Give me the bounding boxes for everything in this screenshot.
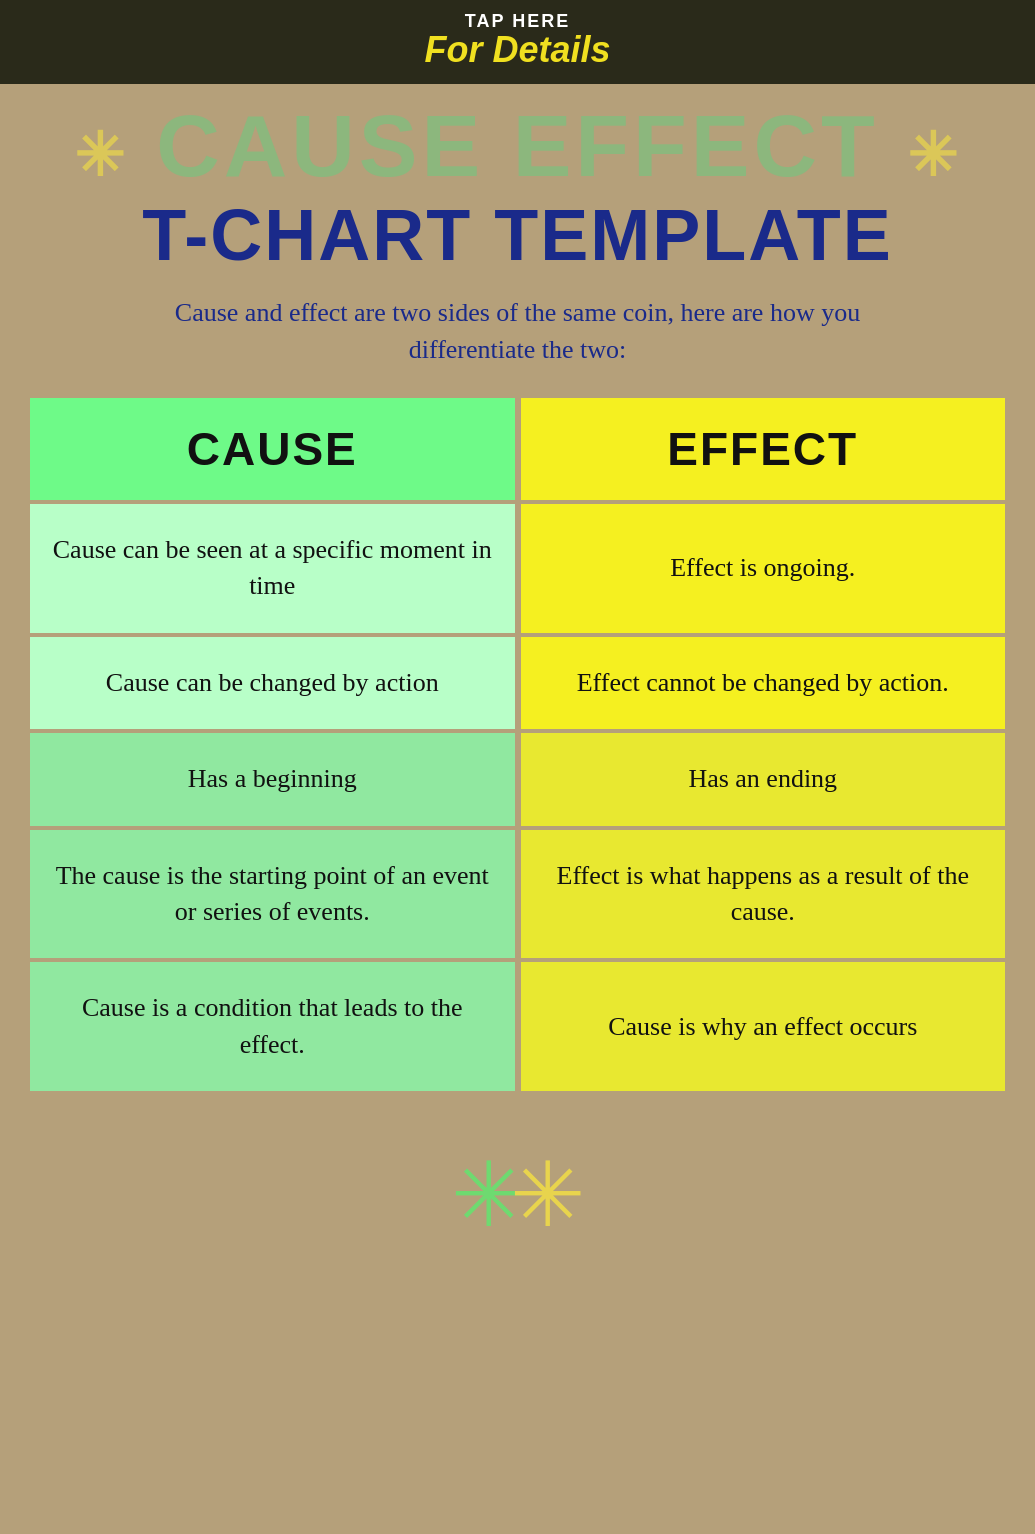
page-title: T-CHART TEMPLATE [30,198,1005,274]
effect-cell-4: Cause is why an effect occurs [518,960,1006,1091]
asterisk-right-icon: ✳ [907,126,961,186]
cause-cell-2: Has a beginning [30,731,518,827]
top-banner[interactable]: TAP HERE For Details [0,0,1035,84]
cause-cell-3: The cause is the starting point of an ev… [30,828,518,961]
table-row: Has a beginningHas an ending [30,731,1005,827]
header-area: ✳ CAUSE EFFECT ✳ T-CHART TEMPLATE Cause … [0,84,1035,368]
effect-cell-0: Effect is ongoing. [518,502,1006,635]
table-row: The cause is the starting point of an ev… [30,828,1005,961]
bottom-decoration: ✳ ✳ [0,1121,1035,1281]
cause-cell-4: Cause is a condition that leads to the e… [30,960,518,1091]
cause-effect-bg-text: ✳ CAUSE EFFECT ✳ [30,102,1005,190]
tap-here-label: TAP HERE [0,12,1035,30]
cause-cell-0: Cause can be seen at a specific moment i… [30,502,518,635]
subtitle-text: Cause and effect are two sides of the sa… [128,295,908,368]
cause-effect-text: CAUSE EFFECT [156,96,879,195]
table-header-row: CAUSE EFFECT [30,398,1005,502]
asterisk-left-icon: ✳ [74,126,128,186]
effect-column-header: EFFECT [518,398,1006,502]
cause-cell-1: Cause can be changed by action [30,635,518,731]
table-row: Cause can be changed by actionEffect can… [30,635,1005,731]
cause-column-header: CAUSE [30,398,518,502]
for-details-label: For Details [0,30,1035,70]
effect-cell-3: Effect is what happens as a result of th… [518,828,1006,961]
table-body: Cause can be seen at a specific moment i… [30,502,1005,1091]
tchart-table: CAUSE EFFECT Cause can be seen at a spec… [30,398,1005,1091]
effect-cell-1: Effect cannot be changed by action. [518,635,1006,731]
tchart-container: CAUSE EFFECT Cause can be seen at a spec… [30,398,1005,1091]
asterisk-bottom-yellow-icon: ✳ [510,1151,585,1241]
table-row: Cause can be seen at a specific moment i… [30,502,1005,635]
effect-cell-2: Has an ending [518,731,1006,827]
table-row: Cause is a condition that leads to the e… [30,960,1005,1091]
